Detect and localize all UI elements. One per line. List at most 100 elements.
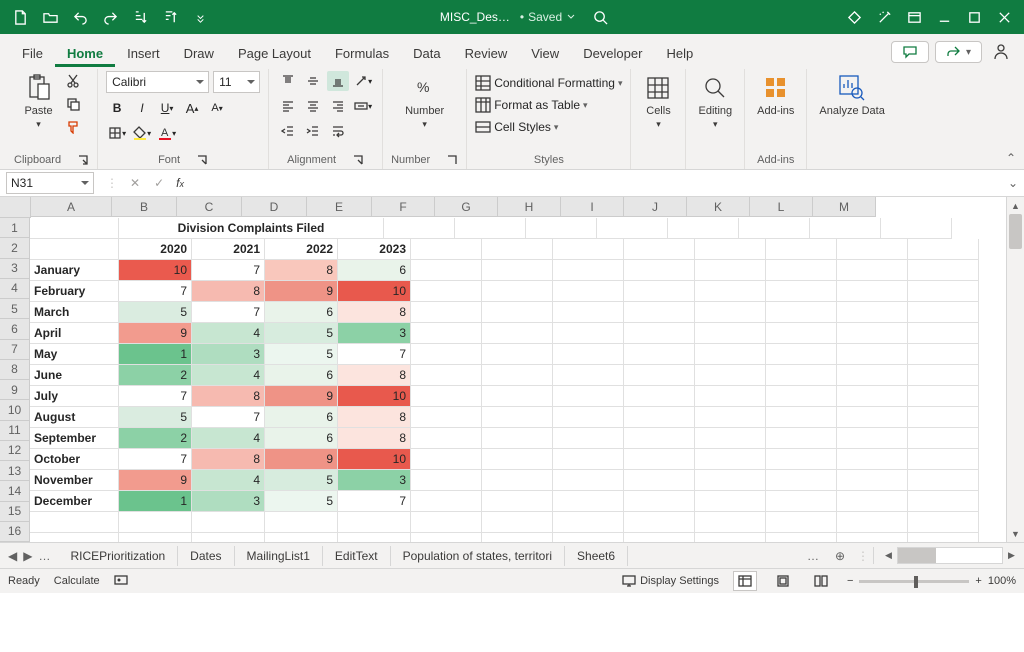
cell[interactable] [597, 218, 668, 239]
cell[interactable] [482, 365, 553, 386]
cell[interactable] [766, 239, 837, 260]
cell[interactable]: 9 [119, 470, 192, 491]
cell[interactable]: 3 [338, 323, 411, 344]
cell-styles-button[interactable]: Cell Styles▾ [475, 119, 558, 135]
cell[interactable] [30, 512, 119, 533]
cell[interactable] [695, 428, 766, 449]
cell[interactable]: 1 [119, 344, 192, 365]
cell[interactable] [553, 281, 624, 302]
zoom-slider[interactable]: − + 100% [847, 575, 1016, 587]
cell[interactable]: 7 [119, 281, 192, 302]
wrap-text-icon[interactable] [327, 121, 349, 141]
cell[interactable] [739, 218, 810, 239]
tab-view[interactable]: View [519, 39, 571, 67]
cell[interactable] [837, 533, 908, 542]
share-button[interactable]: ▾ [935, 41, 982, 63]
format-painter-icon[interactable] [62, 117, 84, 137]
analyze-data-button[interactable]: Analyze Data [815, 71, 888, 119]
cell[interactable] [30, 218, 119, 239]
sheet-tab[interactable]: Population of states, territori [391, 546, 565, 566]
search-icon[interactable] [586, 3, 614, 31]
cell[interactable]: 5 [265, 323, 338, 344]
cell[interactable] [837, 386, 908, 407]
cell[interactable] [837, 344, 908, 365]
cell[interactable]: 8 [192, 281, 265, 302]
tab-insert[interactable]: Insert [115, 39, 172, 67]
cell[interactable] [837, 302, 908, 323]
cell[interactable]: April [30, 323, 119, 344]
cell[interactable] [624, 512, 695, 533]
cell[interactable] [766, 281, 837, 302]
decrease-font-icon[interactable]: A▾ [206, 98, 228, 118]
cell[interactable] [837, 512, 908, 533]
cell[interactable]: 2022 [265, 239, 338, 260]
cell[interactable] [482, 281, 553, 302]
cell[interactable] [908, 302, 979, 323]
row-header[interactable]: 1 [0, 218, 30, 238]
expand-formula-bar-icon[interactable]: ⌄ [1002, 176, 1024, 190]
cell[interactable] [695, 281, 766, 302]
cell[interactable] [695, 239, 766, 260]
row-header[interactable]: 4 [0, 279, 30, 299]
cell[interactable] [553, 302, 624, 323]
cell[interactable]: 6 [265, 428, 338, 449]
col-header[interactable]: H [498, 197, 561, 217]
cell[interactable]: 9 [265, 386, 338, 407]
align-right-icon[interactable] [327, 96, 349, 116]
cell[interactable] [119, 512, 192, 533]
cell[interactable]: June [30, 365, 119, 386]
cell[interactable] [411, 302, 482, 323]
cell[interactable] [810, 218, 881, 239]
cell[interactable] [766, 365, 837, 386]
cell[interactable]: 8 [338, 407, 411, 428]
cell[interactable]: 5 [265, 470, 338, 491]
cell[interactable]: 7 [338, 491, 411, 512]
row-header[interactable]: 11 [0, 421, 30, 441]
cell[interactable] [265, 533, 338, 542]
dialog-launcher-icon[interactable] [196, 154, 208, 166]
cell[interactable] [119, 533, 192, 542]
tab-developer[interactable]: Developer [571, 39, 654, 67]
cell[interactable] [837, 428, 908, 449]
cell[interactable] [624, 302, 695, 323]
cell[interactable] [411, 386, 482, 407]
row-header[interactable]: 8 [0, 360, 30, 380]
row-header[interactable]: 10 [0, 400, 30, 420]
paste-button[interactable]: Paste▾ [20, 71, 58, 132]
cell[interactable] [411, 449, 482, 470]
cell[interactable]: 2 [119, 365, 192, 386]
cell[interactable]: December [30, 491, 119, 512]
font-size-combo[interactable]: 11 [213, 71, 260, 93]
formula-input[interactable] [194, 172, 1002, 194]
number-format-button[interactable]: % Number▾ [401, 71, 448, 132]
cell[interactable] [624, 386, 695, 407]
font-color-icon[interactable]: A▾ [156, 123, 178, 143]
cell[interactable]: 6 [265, 407, 338, 428]
cell[interactable] [624, 470, 695, 491]
cell[interactable]: October [30, 449, 119, 470]
cell[interactable]: November [30, 470, 119, 491]
col-header[interactable]: I [561, 197, 624, 217]
cell[interactable] [908, 533, 979, 542]
cell[interactable] [908, 512, 979, 533]
cell[interactable] [908, 449, 979, 470]
cell[interactable] [908, 386, 979, 407]
cell[interactable]: 8 [338, 302, 411, 323]
zoom-in-icon[interactable]: + [975, 575, 981, 587]
cell[interactable] [482, 428, 553, 449]
sheet-nav-more-icon[interactable]: … [38, 549, 50, 563]
cell[interactable]: 3 [338, 470, 411, 491]
cell[interactable]: 8 [265, 260, 338, 281]
cell[interactable] [411, 365, 482, 386]
format-as-table-button[interactable]: Format as Table▾ [475, 97, 587, 113]
name-box[interactable]: N31 [6, 172, 94, 194]
cell[interactable] [384, 218, 455, 239]
scroll-down-icon[interactable]: ▼ [1007, 525, 1024, 542]
display-settings-button[interactable]: Display Settings [622, 574, 719, 588]
cell[interactable] [837, 470, 908, 491]
cell[interactable] [192, 533, 265, 542]
diamond-icon[interactable] [840, 3, 868, 31]
cell[interactable] [265, 512, 338, 533]
enter-formula-icon[interactable]: ✓ [148, 176, 170, 190]
editing-button[interactable]: Editing▾ [694, 71, 736, 132]
